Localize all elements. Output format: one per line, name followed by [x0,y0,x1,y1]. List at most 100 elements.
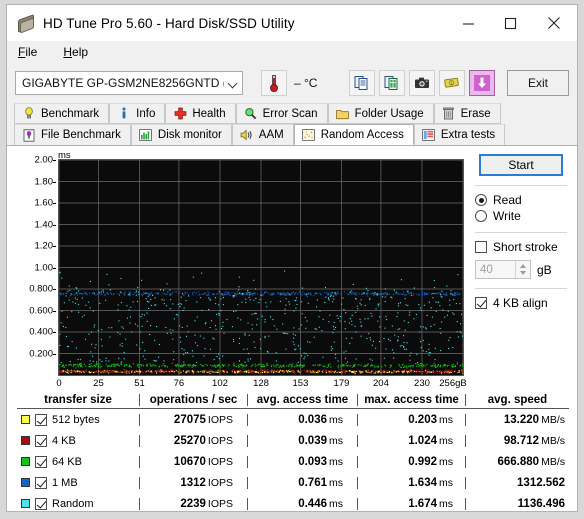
y-tick-mark [53,224,56,226]
tab-extra-tests[interactable]: Extra tests [413,124,506,145]
y-tick-mark [53,289,56,290]
radio-write[interactable]: Write [475,209,569,223]
table-row[interactable]: 64 KB 10670 IOPS 0.093 ms 0.992 ms 666.880 MB/s [17,451,569,472]
speaker-icon [240,128,254,142]
tab-extra-tests-label: Extra tests [440,129,496,141]
application-window: HD Tune Pro 5.60 - Hard Disk/SSD Utility… [6,4,578,512]
row-transfer-size: 64 KB [17,455,139,468]
y-tick-label: 1.20 [34,240,54,252]
y-tick-label: 1.80 [34,176,54,187]
checkbox-short-stroke[interactable]: Short stroke [475,240,569,254]
header-operations-sec: operations / sec [139,394,247,406]
series-color-swatch [21,436,30,445]
close-button[interactable] [531,5,577,41]
drive-select[interactable]: GIGABYTE GP-GSM2NE8256GNTD (256 [15,71,243,95]
table-row[interactable]: 1 MB 1312 IOPS 0.761 ms 1.634 ms 1312.562 [17,472,569,493]
folder-icon [336,107,350,121]
short-stroke-size-row: 40 gB [475,260,569,279]
table-row[interactable]: Random 2239 IOPS 0.446 ms 1.674 ms 1136.496 [17,493,569,514]
x-tick-label: 128 [253,378,269,389]
stepper-arrows[interactable] [515,261,530,278]
file-benchmark-icon [22,128,36,142]
tab-erase[interactable]: Erase [433,103,501,124]
x-tick-label: 51 [134,378,145,389]
money-button[interactable]: $ [439,70,465,96]
tab-erase-label: Erase [460,107,491,120]
tab-error-scan-label: Error Scan [262,107,318,120]
bargraph-icon [139,128,153,142]
row-checkbox[interactable] [35,434,47,447]
stepper-down-icon[interactable] [520,271,526,275]
y-tick-label: 0.400 [29,326,53,338]
y-tick-label: 1.40 [34,219,54,230]
checkbox-4kb-align[interactable]: 4 KB align [475,296,569,310]
chart-plot-area [58,159,464,376]
info-icon [117,107,131,121]
excel-export-icon [384,76,398,90]
radio-write-label: Write [493,209,521,223]
row-avg-speed: 1312.562 [465,476,569,489]
tab-info[interactable]: Info [109,103,166,124]
header-avg-speed: avg. speed [465,394,569,406]
download-button[interactable] [469,70,495,96]
row-operations-sec: 2239 IOPS [139,497,247,510]
minimize-button[interactable] [447,5,489,41]
short-stroke-unit: gB [537,262,552,277]
table-row[interactable]: 512 bytes 27075 IOPS 0.036 ms 0.203 ms 13.220 MB… [17,409,569,430]
row-avg-speed: 666.880 MB/s [465,455,569,468]
copy-icon-button[interactable] [349,70,375,96]
y-tick-mark [53,246,56,247]
row-size-label: 4 KB [52,434,76,447]
y-tick-mark [53,353,56,355]
test-controls: Start Read Write Short stroke 40 gB 4 KB… [473,154,569,312]
divider-2 [475,232,567,233]
tab-folder-usage[interactable]: Folder Usage [327,103,434,124]
tab-error-scan[interactable]: Error Scan [235,103,328,124]
row-checkbox[interactable] [35,455,47,468]
short-stroke-checkbox-indicator [475,241,487,253]
tab-aam[interactable]: AAM [231,124,294,145]
radio-read[interactable]: Read [475,193,569,207]
excel-export-button[interactable] [379,70,405,96]
maximize-button[interactable] [489,5,531,41]
thermometer-button[interactable] [261,70,287,96]
y-tick-label: 2.00 [34,154,54,166]
row-checkbox[interactable] [35,413,47,426]
download-icon [474,75,490,91]
money-icon: $ [444,77,459,88]
stepper-up-icon[interactable] [520,264,526,268]
row-checkbox[interactable] [35,476,47,489]
row-avg-access-time: 0.039 ms [247,434,357,447]
tab-disk-monitor[interactable]: Disk monitor [130,124,232,145]
y-tick-label: 0.200 [29,348,53,359]
series-color-swatch [21,478,30,487]
title-bar: HD Tune Pro 5.60 - Hard Disk/SSD Utility [7,5,577,41]
start-button[interactable]: Start [479,154,563,176]
tab-file-benchmark[interactable]: File Benchmark [14,124,131,145]
tab-random-access[interactable]: Random Access [293,124,414,145]
header-max-access-time: max. access time [357,394,465,406]
scatter-icon [302,128,316,142]
toolbar: GIGABYTE GP-GSM2NE8256GNTD (256 – °C [7,63,577,103]
divider-3 [475,288,567,289]
copy-icon [354,76,368,90]
short-stroke-stepper[interactable]: 40 [475,260,531,279]
extra-tests-icon [422,128,436,142]
row-operations-sec: 1312 IOPS [139,476,247,489]
row-size-label: 64 KB [52,455,82,468]
menu-file[interactable]: File [16,44,39,60]
row-transfer-size: Random [17,497,139,510]
camera-button[interactable] [409,70,435,96]
row-checkbox[interactable] [35,497,47,510]
y-tick-mark [53,332,56,333]
row-max-access-time: 1.024 ms [357,434,465,447]
table-row[interactable]: 4 KB 25270 IOPS 0.039 ms 1.024 ms 98.712 MB/s [17,430,569,451]
menu-bar: File Help [7,41,577,63]
series-color-swatch [21,457,30,466]
tab-health[interactable]: Health [165,103,236,124]
temperature-value: – °C [294,76,318,90]
tab-benchmark[interactable]: Benchmark [14,103,110,124]
row-avg-access-time: 0.093 ms [247,455,357,468]
menu-help[interactable]: Help [61,44,90,60]
exit-button[interactable]: Exit [507,70,569,96]
